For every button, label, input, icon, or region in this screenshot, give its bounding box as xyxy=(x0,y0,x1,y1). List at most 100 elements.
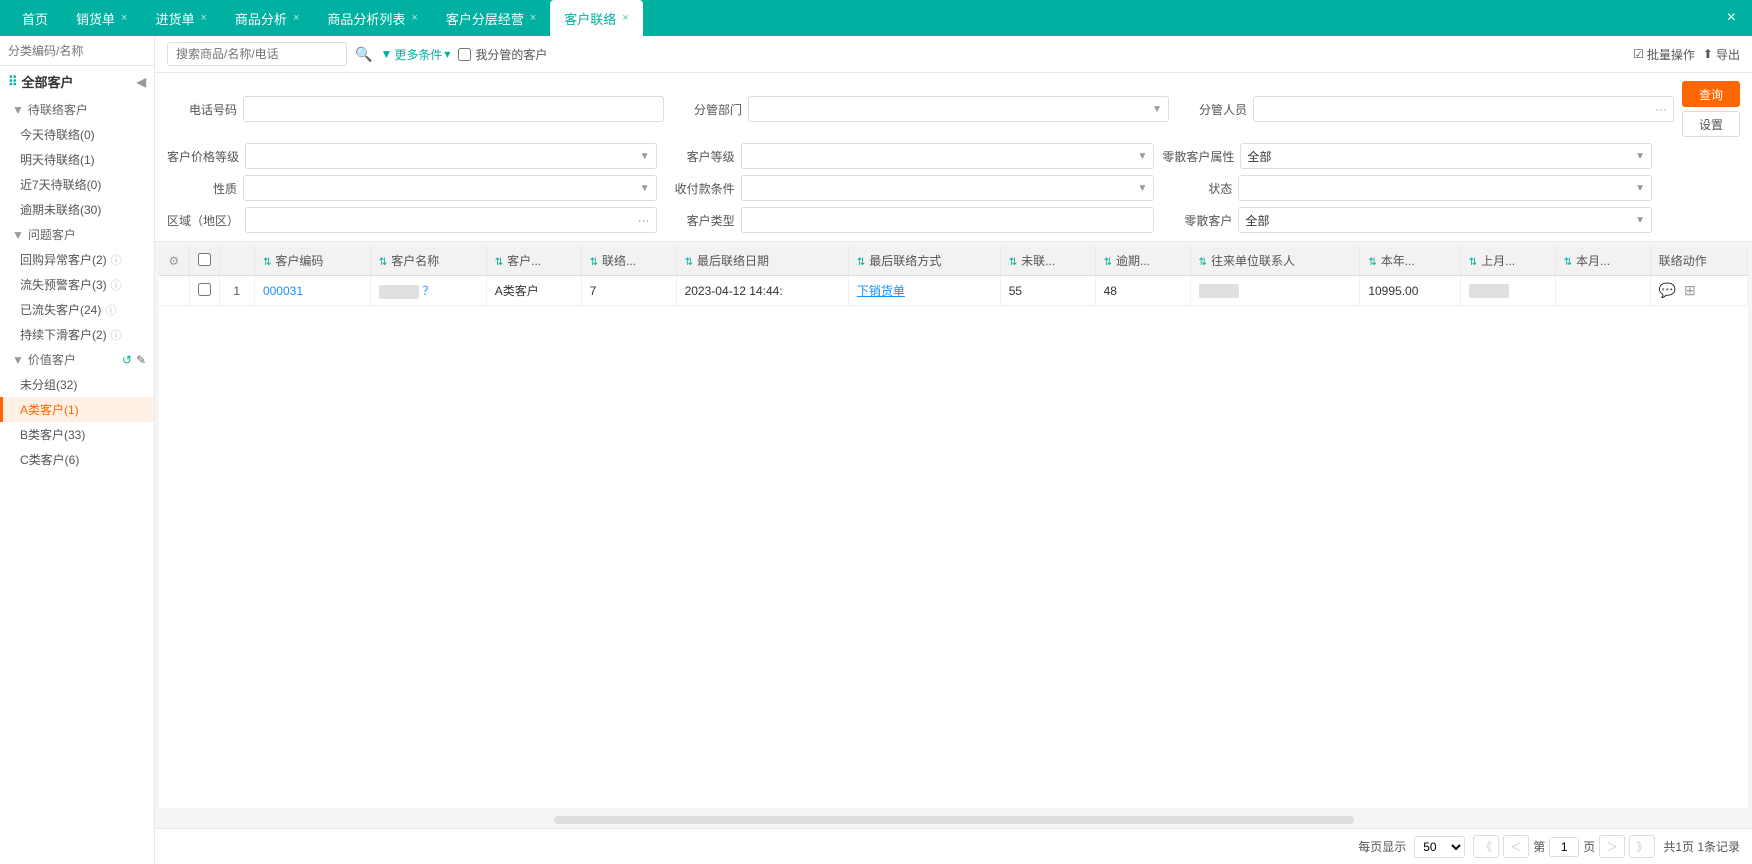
sidebar-item-ungrouped[interactable]: 未分组(32) xyxy=(0,372,154,397)
close-contact-icon[interactable]: × xyxy=(622,12,628,24)
sidebar-item-c-class[interactable]: C类客户(6) xyxy=(0,447,154,472)
row-checkbox-cell[interactable] xyxy=(189,276,219,306)
nav-sales[interactable]: 销货单 × xyxy=(62,0,141,36)
close-purchase-icon[interactable]: × xyxy=(200,12,206,24)
select-all-checkbox[interactable] xyxy=(198,253,211,266)
group-problem-customers[interactable]: ▼ 问题客户 xyxy=(0,222,154,247)
dept-select[interactable]: ▼ xyxy=(748,96,1169,122)
row-code[interactable]: 000031 xyxy=(254,276,370,306)
close-all-button[interactable]: × xyxy=(1719,9,1744,27)
row-num: 1 xyxy=(219,276,254,306)
region-dots: ··· xyxy=(638,213,650,227)
value-group-refresh-icon[interactable]: ↺ xyxy=(122,353,132,367)
th-history[interactable]: ⇅往来单位联系人 xyxy=(1190,246,1360,276)
th-name[interactable]: ⇅客户名称 xyxy=(370,246,486,276)
th-last-method[interactable]: ⇅最后联络方式 xyxy=(848,246,1000,276)
region-select[interactable]: ··· xyxy=(245,207,657,233)
nav-customer-segment[interactable]: 客户分层经营 × xyxy=(432,0,550,36)
sidebar-item-declining[interactable]: 持续下滑客户(2) ⓘ xyxy=(0,322,154,347)
sidebar-search-input[interactable] xyxy=(8,44,155,58)
close-sales-icon[interactable]: × xyxy=(121,12,127,24)
scroll-track[interactable] xyxy=(554,816,1354,824)
retail-attr-arrow: ▼ xyxy=(1635,151,1645,162)
my-customers-checkbox-label[interactable]: 我分管的客户 xyxy=(458,46,547,63)
th-last-month[interactable]: ⇅上月... xyxy=(1460,246,1555,276)
nav-customer-contact[interactable]: 客户联络 × xyxy=(550,0,642,36)
filter-search-button[interactable]: 🔍 xyxy=(355,46,372,63)
row-last-method[interactable]: 下销货单 xyxy=(848,276,1000,306)
retail-customer-select[interactable]: 全部 ▼ xyxy=(1238,207,1652,233)
th-this-year[interactable]: ⇅本年... xyxy=(1360,246,1460,276)
more-conditions-btn[interactable]: ▼ 更多条件 ▾ xyxy=(380,46,450,63)
filter-person: 分管人员 ··· xyxy=(1177,96,1674,122)
filter-nature: 性质 ▼ xyxy=(167,175,657,201)
person-select[interactable]: ··· xyxy=(1253,96,1674,122)
last-page-button[interactable]: 》 xyxy=(1629,835,1655,858)
next-page-button[interactable]: ＞ xyxy=(1599,835,1625,858)
payment-select[interactable]: ▼ xyxy=(741,175,1155,201)
close-segment-icon[interactable]: × xyxy=(530,12,536,24)
sidebar-item-churn-warning[interactable]: 流失预警客户(3) ⓘ xyxy=(0,272,154,297)
sidebar-item-a-class[interactable]: A类客户(1) xyxy=(0,397,154,422)
batch-op-button[interactable]: ☑ 批量操作 xyxy=(1633,46,1695,63)
sidebar-item-tomorrow[interactable]: 明天待联络(1) xyxy=(0,147,154,172)
filter-retail-attr: 零散客户属性 全部 ▼ xyxy=(1162,143,1652,169)
value-group-edit-icon[interactable]: ✎ xyxy=(136,353,146,367)
info-icon-3: ⓘ xyxy=(111,327,122,343)
collapse-icon: ◀ xyxy=(137,75,146,89)
th-num xyxy=(219,246,254,276)
phone-input[interactable] xyxy=(243,96,664,122)
action-comment-icon[interactable]: 💬 xyxy=(1659,282,1676,299)
nav-product-analysis[interactable]: 商品分析 × xyxy=(221,0,313,36)
nav-purchase[interactable]: 进货单 × xyxy=(141,0,220,36)
close-product-analysis-icon[interactable]: × xyxy=(293,12,299,24)
filter-actions: 查询 设置 xyxy=(1682,81,1740,137)
sidebar-item-today[interactable]: 今天待联络(0) xyxy=(0,122,154,147)
th-not-contacted[interactable]: ⇅未联... xyxy=(1000,246,1095,276)
row-action: 💬 ⊞ xyxy=(1650,276,1747,306)
status-select[interactable]: ▼ xyxy=(1238,175,1652,201)
all-customers-header[interactable]: ⠿ 全部客户 ◀ xyxy=(0,66,154,97)
th-level[interactable]: ⇅客户... xyxy=(486,246,581,276)
th-settings[interactable]: ⚙ xyxy=(159,246,189,276)
retail-attr-select[interactable]: 全部 ▼ xyxy=(1240,143,1652,169)
th-last-date[interactable]: ⇅最后联络日期 xyxy=(676,246,848,276)
sidebar-item-7days[interactable]: 近7天待联络(0) xyxy=(0,172,154,197)
nav-product-analysis-list[interactable]: 商品分析列表 × xyxy=(313,0,431,36)
query-button[interactable]: 查询 xyxy=(1682,81,1740,107)
horizontal-scrollbar[interactable] xyxy=(155,812,1752,828)
first-page-button[interactable]: 《 xyxy=(1473,835,1499,858)
prev-page-button[interactable]: ＜ xyxy=(1503,835,1529,858)
row-checkbox[interactable] xyxy=(198,283,211,296)
page-size-select[interactable]: 10 20 50 100 xyxy=(1414,836,1465,858)
pagination: 《 ＜ 第 页 ＞ 》 xyxy=(1473,835,1655,858)
my-customers-checkbox[interactable] xyxy=(458,48,471,61)
th-this-month[interactable]: ⇅本月... xyxy=(1555,246,1650,276)
nav-home[interactable]: 首页 xyxy=(8,0,62,36)
group-value-customers: ▼ 价值客户 ↺ ✎ xyxy=(0,347,154,372)
group-pending-contact[interactable]: ▼ 待联络客户 xyxy=(0,97,154,122)
sidebar-item-abnormal-repurchase[interactable]: 回购异常客户(2) ⓘ xyxy=(0,247,154,272)
th-contact[interactable]: ⇅联络... xyxy=(581,246,676,276)
sidebar-item-churned[interactable]: 已流失客户(24) ⓘ xyxy=(0,297,154,322)
page-number-input[interactable] xyxy=(1549,837,1579,857)
row-name[interactable]: ？ xyxy=(370,276,486,306)
th-code[interactable]: ⇅客户编码 xyxy=(254,246,370,276)
price-level-select[interactable]: ▼ xyxy=(245,143,657,169)
th-checkbox[interactable] xyxy=(189,246,219,276)
filter-search-input[interactable] xyxy=(167,42,347,66)
settings-button[interactable]: 设置 xyxy=(1682,111,1740,137)
customer-level-select[interactable]: ▼ xyxy=(741,143,1155,169)
nature-select[interactable]: ▼ xyxy=(243,175,657,201)
th-overdue[interactable]: ⇅逾期... xyxy=(1095,246,1190,276)
sidebar-item-b-class[interactable]: B类客户(33) xyxy=(0,422,154,447)
sidebar-search-bar: 🔍 xyxy=(0,36,154,66)
row-level: A类客户 xyxy=(486,276,581,306)
action-qr-icon[interactable]: ⊞ xyxy=(1684,282,1696,299)
close-product-list-icon[interactable]: × xyxy=(411,12,417,24)
customer-type-select[interactable] xyxy=(741,207,1155,233)
sidebar-item-overdue[interactable]: 逾期未联络(30) xyxy=(0,197,154,222)
name-placeholder xyxy=(379,285,419,299)
filter-bar-right: ☑ 批量操作 ⬆ 导出 xyxy=(1633,46,1740,63)
export-button[interactable]: ⬆ 导出 xyxy=(1703,46,1740,63)
